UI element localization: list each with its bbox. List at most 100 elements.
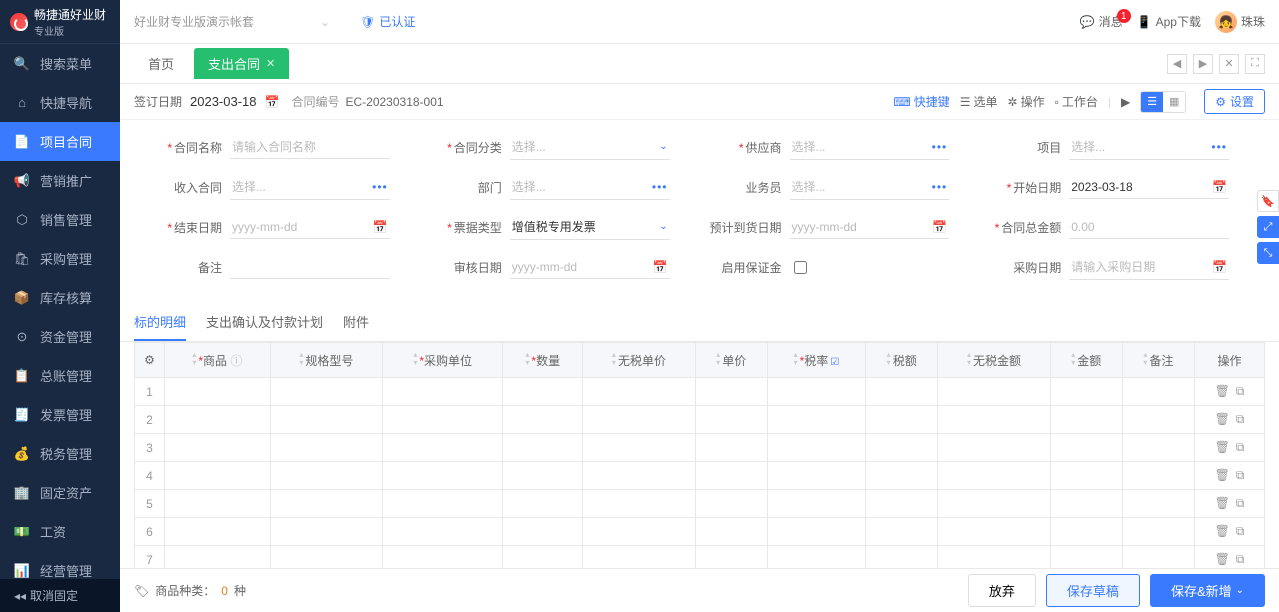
tab-home[interactable]: 首页 xyxy=(134,48,188,79)
sidebar-item-manage[interactable]: 📊经营管理 xyxy=(0,551,120,579)
cell[interactable] xyxy=(1050,462,1122,490)
cell[interactable] xyxy=(866,462,938,490)
cell[interactable] xyxy=(503,546,583,569)
col-7[interactable]: ▴▾税额 xyxy=(866,343,938,378)
tab-close-button[interactable]: ✕ xyxy=(1219,54,1239,74)
cell[interactable] xyxy=(1122,546,1194,569)
delete-icon[interactable]: 🗑 xyxy=(1215,468,1230,482)
cell[interactable] xyxy=(583,490,695,518)
cell[interactable] xyxy=(695,378,767,406)
arrivaldate-input[interactable]: yyyy-mm-dd📅 xyxy=(790,216,950,239)
col-0[interactable]: ▴▾*商品 ⓘ xyxy=(165,343,271,378)
cell[interactable] xyxy=(165,462,271,490)
cell[interactable] xyxy=(767,406,865,434)
sidebar-item-box[interactable]: 📦库存核算 xyxy=(0,278,120,317)
close-icon[interactable]: ✕ xyxy=(266,57,275,70)
cell[interactable] xyxy=(866,406,938,434)
cell[interactable] xyxy=(270,490,382,518)
selectorder-link[interactable]: ☰选单 xyxy=(960,93,998,110)
delete-icon[interactable]: 🗑 xyxy=(1215,496,1230,510)
cancel-pin-button[interactable]: ◂◂ 取消固定 xyxy=(0,579,120,612)
supplier-select[interactable]: 选择...••• xyxy=(790,134,950,160)
sidebar-item-asset[interactable]: 🏢固定资产 xyxy=(0,473,120,512)
cell[interactable] xyxy=(695,546,767,569)
sidebar-item-cart[interactable]: ⬡销售管理 xyxy=(0,200,120,239)
copy-icon[interactable]: ⧉ xyxy=(1236,496,1245,511)
cell[interactable] xyxy=(767,378,865,406)
shortcut-link[interactable]: ⌨快捷键 xyxy=(893,93,949,110)
sidebar-item-search[interactable]: 🔍搜索菜单 xyxy=(0,44,120,83)
gear-column[interactable]: ⚙ xyxy=(135,343,165,378)
copy-icon[interactable]: ⧉ xyxy=(1236,552,1245,567)
cell[interactable] xyxy=(767,462,865,490)
copy-icon[interactable]: ⧉ xyxy=(1236,440,1245,455)
cell[interactable] xyxy=(270,518,382,546)
message-button[interactable]: 💬 消息 1 xyxy=(1080,13,1123,30)
auditdate-input[interactable]: yyyy-mm-dd📅 xyxy=(510,256,670,279)
signdate-value[interactable]: 2023-03-18 xyxy=(190,94,257,109)
purchasedate-input[interactable]: 请输入采购日期📅 xyxy=(1069,254,1229,280)
cell[interactable] xyxy=(583,546,695,569)
cell[interactable] xyxy=(165,546,271,569)
cell[interactable] xyxy=(866,490,938,518)
cell[interactable] xyxy=(503,378,583,406)
operation-link[interactable]: ✲操作 xyxy=(1008,93,1045,110)
cell[interactable] xyxy=(383,490,503,518)
user-menu[interactable]: 👧 珠珠 xyxy=(1215,11,1265,33)
col-5[interactable]: ▴▾单价 xyxy=(695,343,767,378)
fullscreen-button[interactable]: ⛶ xyxy=(1245,54,1265,74)
cell[interactable] xyxy=(866,546,938,569)
invoicetype-select[interactable]: 增值税专用发票⌄ xyxy=(510,214,670,240)
collapse-prev-button[interactable]: ▶ xyxy=(1121,95,1130,109)
cell[interactable] xyxy=(383,378,503,406)
copy-icon[interactable]: ⧉ xyxy=(1236,412,1245,427)
cell[interactable] xyxy=(503,490,583,518)
sidebar-item-bag[interactable]: 🛍采购管理 xyxy=(0,239,120,278)
download-button[interactable]: 📱 App下载 xyxy=(1137,13,1201,30)
cell[interactable] xyxy=(866,518,938,546)
cell[interactable] xyxy=(383,406,503,434)
cell[interactable] xyxy=(695,490,767,518)
contract-name-input[interactable] xyxy=(230,136,390,159)
cell[interactable] xyxy=(695,406,767,434)
project-select[interactable]: 选择...••• xyxy=(1069,134,1229,160)
cell[interactable] xyxy=(503,462,583,490)
expand-icon[interactable]: ⤢ xyxy=(1257,216,1279,238)
cell[interactable] xyxy=(938,518,1050,546)
cell[interactable] xyxy=(270,462,382,490)
workbench-link[interactable]: ▫工作台 xyxy=(1055,93,1098,110)
table-row[interactable]: 1🗑⧉ xyxy=(135,378,1265,406)
sidebar-item-ledger[interactable]: 📋总账管理 xyxy=(0,356,120,395)
startdate-input[interactable]: 2023-03-18📅 xyxy=(1069,176,1229,199)
sidebar-item-tax[interactable]: 💰税务管理 xyxy=(0,434,120,473)
cell[interactable] xyxy=(866,378,938,406)
discard-button[interactable]: 放弃 xyxy=(968,574,1036,607)
col-4[interactable]: ▴▾无税单价 xyxy=(583,343,695,378)
col-9[interactable]: ▴▾金额 xyxy=(1050,343,1122,378)
salesperson-select[interactable]: 选择...••• xyxy=(790,174,950,200)
copy-icon[interactable]: ⧉ xyxy=(1236,384,1245,399)
col-2[interactable]: ▴▾*采购单位 xyxy=(383,343,503,378)
cell[interactable] xyxy=(767,490,865,518)
cell[interactable] xyxy=(165,406,271,434)
sidebar-item-doc[interactable]: 📄项目合同 xyxy=(0,122,120,161)
cell[interactable] xyxy=(583,406,695,434)
enddate-input[interactable]: yyyy-mm-dd📅 xyxy=(230,216,390,239)
cell[interactable] xyxy=(583,378,695,406)
cell[interactable] xyxy=(503,406,583,434)
cell[interactable] xyxy=(1050,406,1122,434)
cell[interactable] xyxy=(1122,490,1194,518)
collapse-icon[interactable]: ⤡ xyxy=(1257,242,1279,264)
cell[interactable] xyxy=(695,434,767,462)
cell[interactable] xyxy=(503,434,583,462)
cell[interactable] xyxy=(165,378,271,406)
table-row[interactable]: 5🗑⧉ xyxy=(135,490,1265,518)
cell[interactable] xyxy=(1050,518,1122,546)
view-list-button[interactable]: ☰ xyxy=(1141,92,1163,112)
sidebar-item-money[interactable]: ⊙资金管理 xyxy=(0,317,120,356)
cell[interactable] xyxy=(695,518,767,546)
cell[interactable] xyxy=(383,518,503,546)
table-row[interactable]: 2🗑⧉ xyxy=(135,406,1265,434)
delete-icon[interactable]: 🗑 xyxy=(1215,412,1230,426)
delete-icon[interactable]: 🗑 xyxy=(1215,440,1230,454)
